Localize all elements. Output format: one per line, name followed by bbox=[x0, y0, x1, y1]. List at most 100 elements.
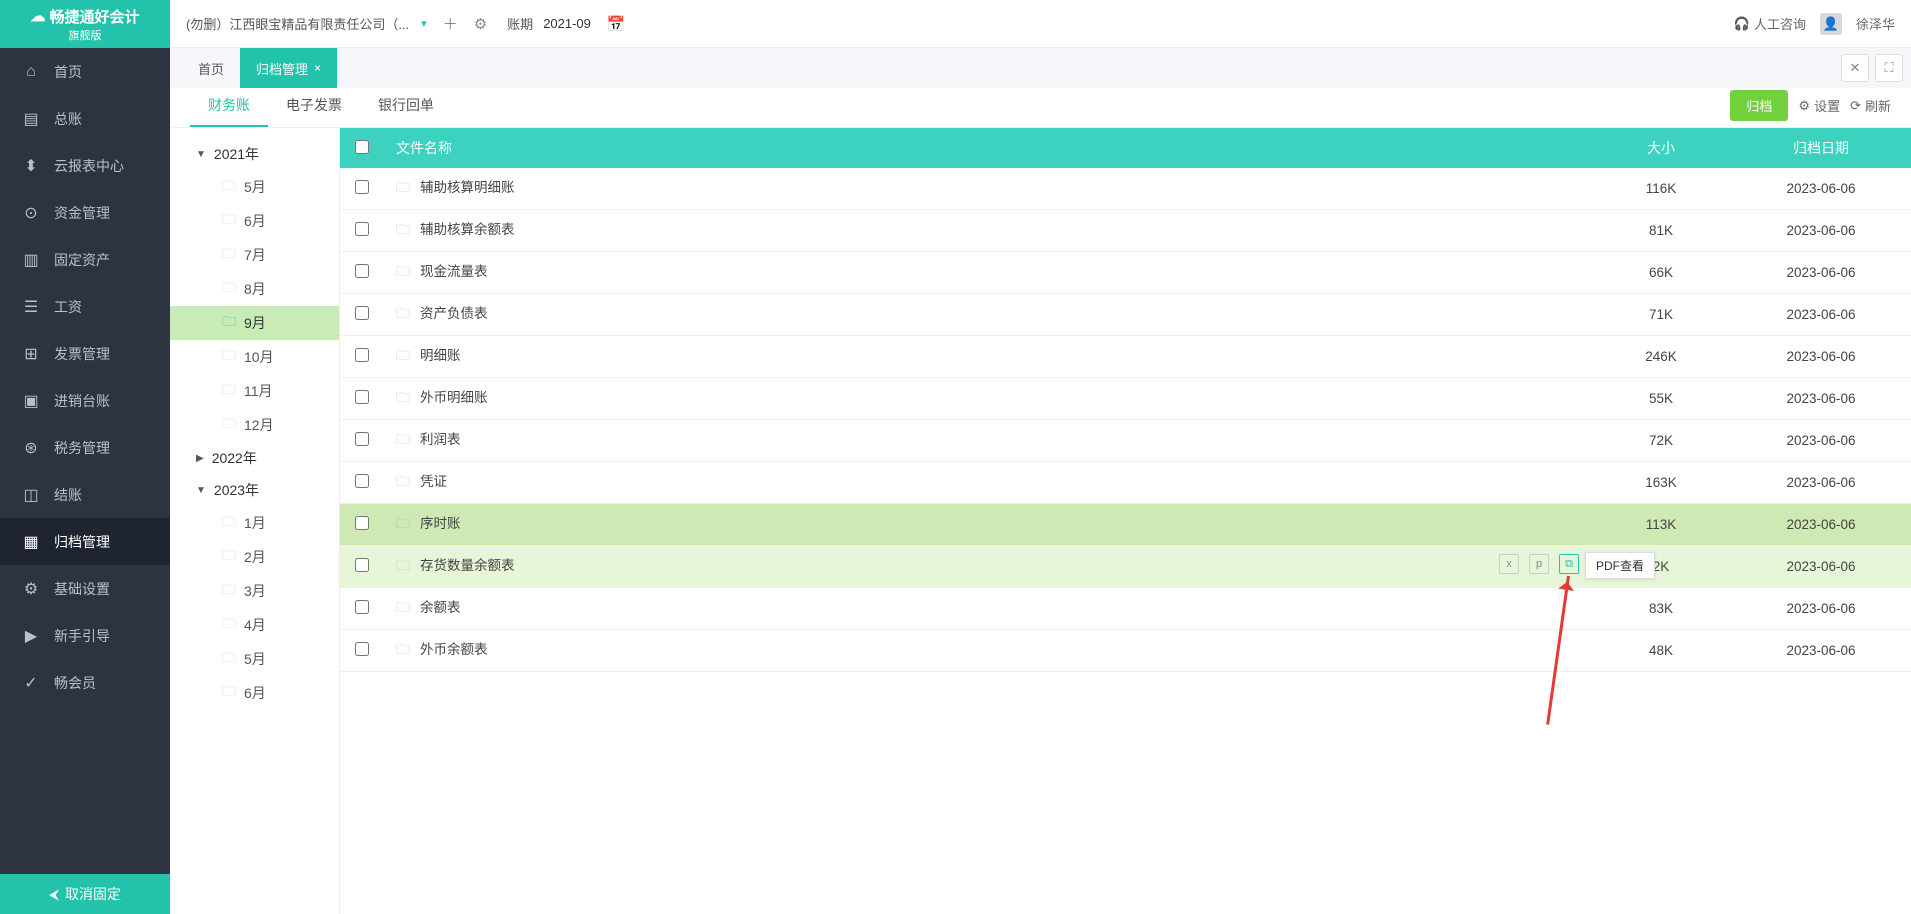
nav-结账[interactable]: ◫结账 bbox=[0, 471, 170, 518]
table-row[interactable]: 🗀明细账246K2023-06-06 bbox=[340, 336, 1911, 378]
col-name[interactable]: 文件名称 bbox=[384, 128, 1591, 168]
tree-month[interactable]: 🗀6月 bbox=[170, 676, 339, 710]
row-checkbox[interactable] bbox=[355, 558, 369, 572]
file-date: 2023-06-06 bbox=[1731, 294, 1911, 336]
tree-month[interactable]: 🗀4月 bbox=[170, 608, 339, 642]
avatar[interactable]: 👤 bbox=[1820, 13, 1842, 35]
period-label: 账期 bbox=[507, 14, 533, 33]
innertab-einvoice[interactable]: 电子发票 bbox=[268, 85, 360, 127]
nav-新手引导[interactable]: ▶新手引导 bbox=[0, 612, 170, 659]
fullscreen-button[interactable]: ⛶ bbox=[1875, 54, 1903, 82]
gear-icon: ⚙ bbox=[1798, 98, 1810, 114]
tab-home[interactable]: 首页 bbox=[182, 48, 240, 88]
nav-首页[interactable]: ⌂首页 bbox=[0, 48, 170, 95]
nav-畅会员[interactable]: ✓畅会员 bbox=[0, 659, 170, 706]
tab-archive[interactable]: 归档管理× bbox=[240, 48, 337, 88]
topbar: (勿删）江西眼宝精品有限责任公司（...▾ ＋ ⚙ 账期 2021-09 📅 🎧… bbox=[170, 0, 1911, 48]
tree-month[interactable]: 🗀7月 bbox=[170, 238, 339, 272]
row-checkbox[interactable] bbox=[355, 642, 369, 656]
nav-总账[interactable]: ▤总账 bbox=[0, 95, 170, 142]
settings-icon[interactable]: ⚙ bbox=[474, 15, 487, 33]
folder-icon: 🗀 bbox=[222, 647, 236, 671]
row-checkbox[interactable] bbox=[355, 516, 369, 530]
settings-button[interactable]: ⚙设置 bbox=[1798, 96, 1840, 115]
tree-year[interactable]: ▼2021年 bbox=[170, 138, 339, 170]
tree-month[interactable]: 🗀5月 bbox=[170, 170, 339, 204]
table-row[interactable]: 🗀现金流量表66K2023-06-06 bbox=[340, 252, 1911, 294]
consult-button[interactable]: 🎧人工咨询 bbox=[1734, 14, 1806, 33]
tree-month[interactable]: 🗀1月 bbox=[170, 506, 339, 540]
folder-icon: 🗀 bbox=[222, 413, 236, 437]
file-size: 48K bbox=[1591, 630, 1731, 672]
tree-month[interactable]: 🗀10月 bbox=[170, 340, 339, 374]
year-tree: ▼2021年🗀5月🗀6月🗀7月🗀8月🗀9月🗀10月🗀11月🗀12月▶2022年▼… bbox=[170, 128, 340, 914]
tree-month[interactable]: 🗀8月 bbox=[170, 272, 339, 306]
nav-icon: ⌂ bbox=[22, 63, 40, 81]
table-row[interactable]: 🗀辅助核算余额表81K2023-06-06 bbox=[340, 210, 1911, 252]
tree-month[interactable]: 🗀11月 bbox=[170, 374, 339, 408]
refresh-button[interactable]: ⟳刷新 bbox=[1850, 96, 1891, 115]
nav-进销台账[interactable]: ▣进销台账 bbox=[0, 377, 170, 424]
tree-month[interactable]: 🗀3月 bbox=[170, 574, 339, 608]
table-row[interactable]: 🗀余额表83K2023-06-06 bbox=[340, 588, 1911, 630]
innertab-bankreceipt[interactable]: 银行回单 bbox=[360, 85, 452, 127]
tree-month[interactable]: 🗀9月 bbox=[170, 306, 339, 340]
row-checkbox[interactable] bbox=[355, 474, 369, 488]
file-icon: 🗀 bbox=[396, 261, 410, 285]
file-date: 2023-06-06 bbox=[1731, 336, 1911, 378]
select-all-checkbox[interactable] bbox=[355, 140, 369, 154]
row-checkbox[interactable] bbox=[355, 348, 369, 362]
tree-month[interactable]: 🗀12月 bbox=[170, 408, 339, 442]
row-checkbox[interactable] bbox=[355, 264, 369, 278]
row-checkbox[interactable] bbox=[355, 432, 369, 446]
col-size[interactable]: 大小 bbox=[1591, 128, 1731, 168]
nav-icon: ✓ bbox=[22, 674, 40, 692]
file-size: 163K bbox=[1591, 462, 1731, 504]
nav-发票管理[interactable]: ⊞发票管理 bbox=[0, 330, 170, 377]
calendar-icon[interactable]: 📅 bbox=[607, 15, 626, 33]
pdf-preview-icon[interactable]: ⧉ bbox=[1559, 554, 1579, 574]
tree-year[interactable]: ▼2023年 bbox=[170, 474, 339, 506]
table-row[interactable]: 🗀序时账113K2023-06-06 bbox=[340, 504, 1911, 546]
nav-归档管理[interactable]: ▦归档管理 bbox=[0, 518, 170, 565]
row-checkbox[interactable] bbox=[355, 222, 369, 236]
nav-税务管理[interactable]: ⊛税务管理 bbox=[0, 424, 170, 471]
download-pdf-icon[interactable]: p bbox=[1529, 554, 1549, 574]
table-row[interactable]: 🗀凭证163K2023-06-06 bbox=[340, 462, 1911, 504]
file-table-wrap: 文件名称 大小 归档日期 🗀辅助核算明细账116K2023-06-06🗀辅助核算… bbox=[340, 128, 1911, 914]
file-date: 2023-06-06 bbox=[1731, 420, 1911, 462]
tree-month[interactable]: 🗀2月 bbox=[170, 540, 339, 574]
nav-资金管理[interactable]: ⊙资金管理 bbox=[0, 189, 170, 236]
nav-固定资产[interactable]: ▥固定资产 bbox=[0, 236, 170, 283]
row-checkbox[interactable] bbox=[355, 390, 369, 404]
file-date: 2023-06-06 bbox=[1731, 462, 1911, 504]
nav-icon: ⊞ bbox=[22, 345, 40, 363]
period-value[interactable]: 2021-09 bbox=[543, 16, 591, 31]
table-row[interactable]: 🗀外币明细账55K2023-06-06 bbox=[340, 378, 1911, 420]
unpin-sidebar[interactable]: ⮜取消固定 bbox=[0, 874, 170, 914]
tree-month[interactable]: 🗀5月 bbox=[170, 642, 339, 676]
close-all-button[interactable]: ✕ bbox=[1841, 54, 1869, 82]
archive-button[interactable]: 归档 bbox=[1730, 90, 1788, 121]
tree-month[interactable]: 🗀6月 bbox=[170, 204, 339, 238]
close-icon[interactable]: × bbox=[314, 61, 321, 75]
table-row[interactable]: 🗀外币余额表48K2023-06-06 bbox=[340, 630, 1911, 672]
row-checkbox[interactable] bbox=[355, 306, 369, 320]
nav-工资[interactable]: ☰工资 bbox=[0, 283, 170, 330]
pdf-preview-tooltip: PDF查看 bbox=[1585, 552, 1655, 579]
nav-基础设置[interactable]: ⚙基础设置 bbox=[0, 565, 170, 612]
company-selector[interactable]: (勿删）江西眼宝精品有限责任公司（...▾ bbox=[186, 14, 427, 33]
table-row[interactable]: 🗀利润表72K2023-06-06 bbox=[340, 420, 1911, 462]
row-checkbox[interactable] bbox=[355, 600, 369, 614]
nav-云报表中心[interactable]: ⬍云报表中心 bbox=[0, 142, 170, 189]
innertab-financial[interactable]: 财务账 bbox=[190, 85, 268, 127]
col-date[interactable]: 归档日期 bbox=[1731, 128, 1911, 168]
tree-year[interactable]: ▶2022年 bbox=[170, 442, 339, 474]
row-checkbox[interactable] bbox=[355, 180, 369, 194]
table-row[interactable]: 🗀资产负债表71K2023-06-06 bbox=[340, 294, 1911, 336]
add-icon[interactable]: ＋ bbox=[443, 13, 458, 34]
table-row[interactable]: 🗀存货数量余额表xp⧉2K2023-06-06 bbox=[340, 546, 1911, 588]
download-excel-icon[interactable]: x bbox=[1499, 554, 1519, 574]
table-row[interactable]: 🗀辅助核算明细账116K2023-06-06 bbox=[340, 168, 1911, 210]
username[interactable]: 徐泽华 bbox=[1856, 14, 1895, 33]
